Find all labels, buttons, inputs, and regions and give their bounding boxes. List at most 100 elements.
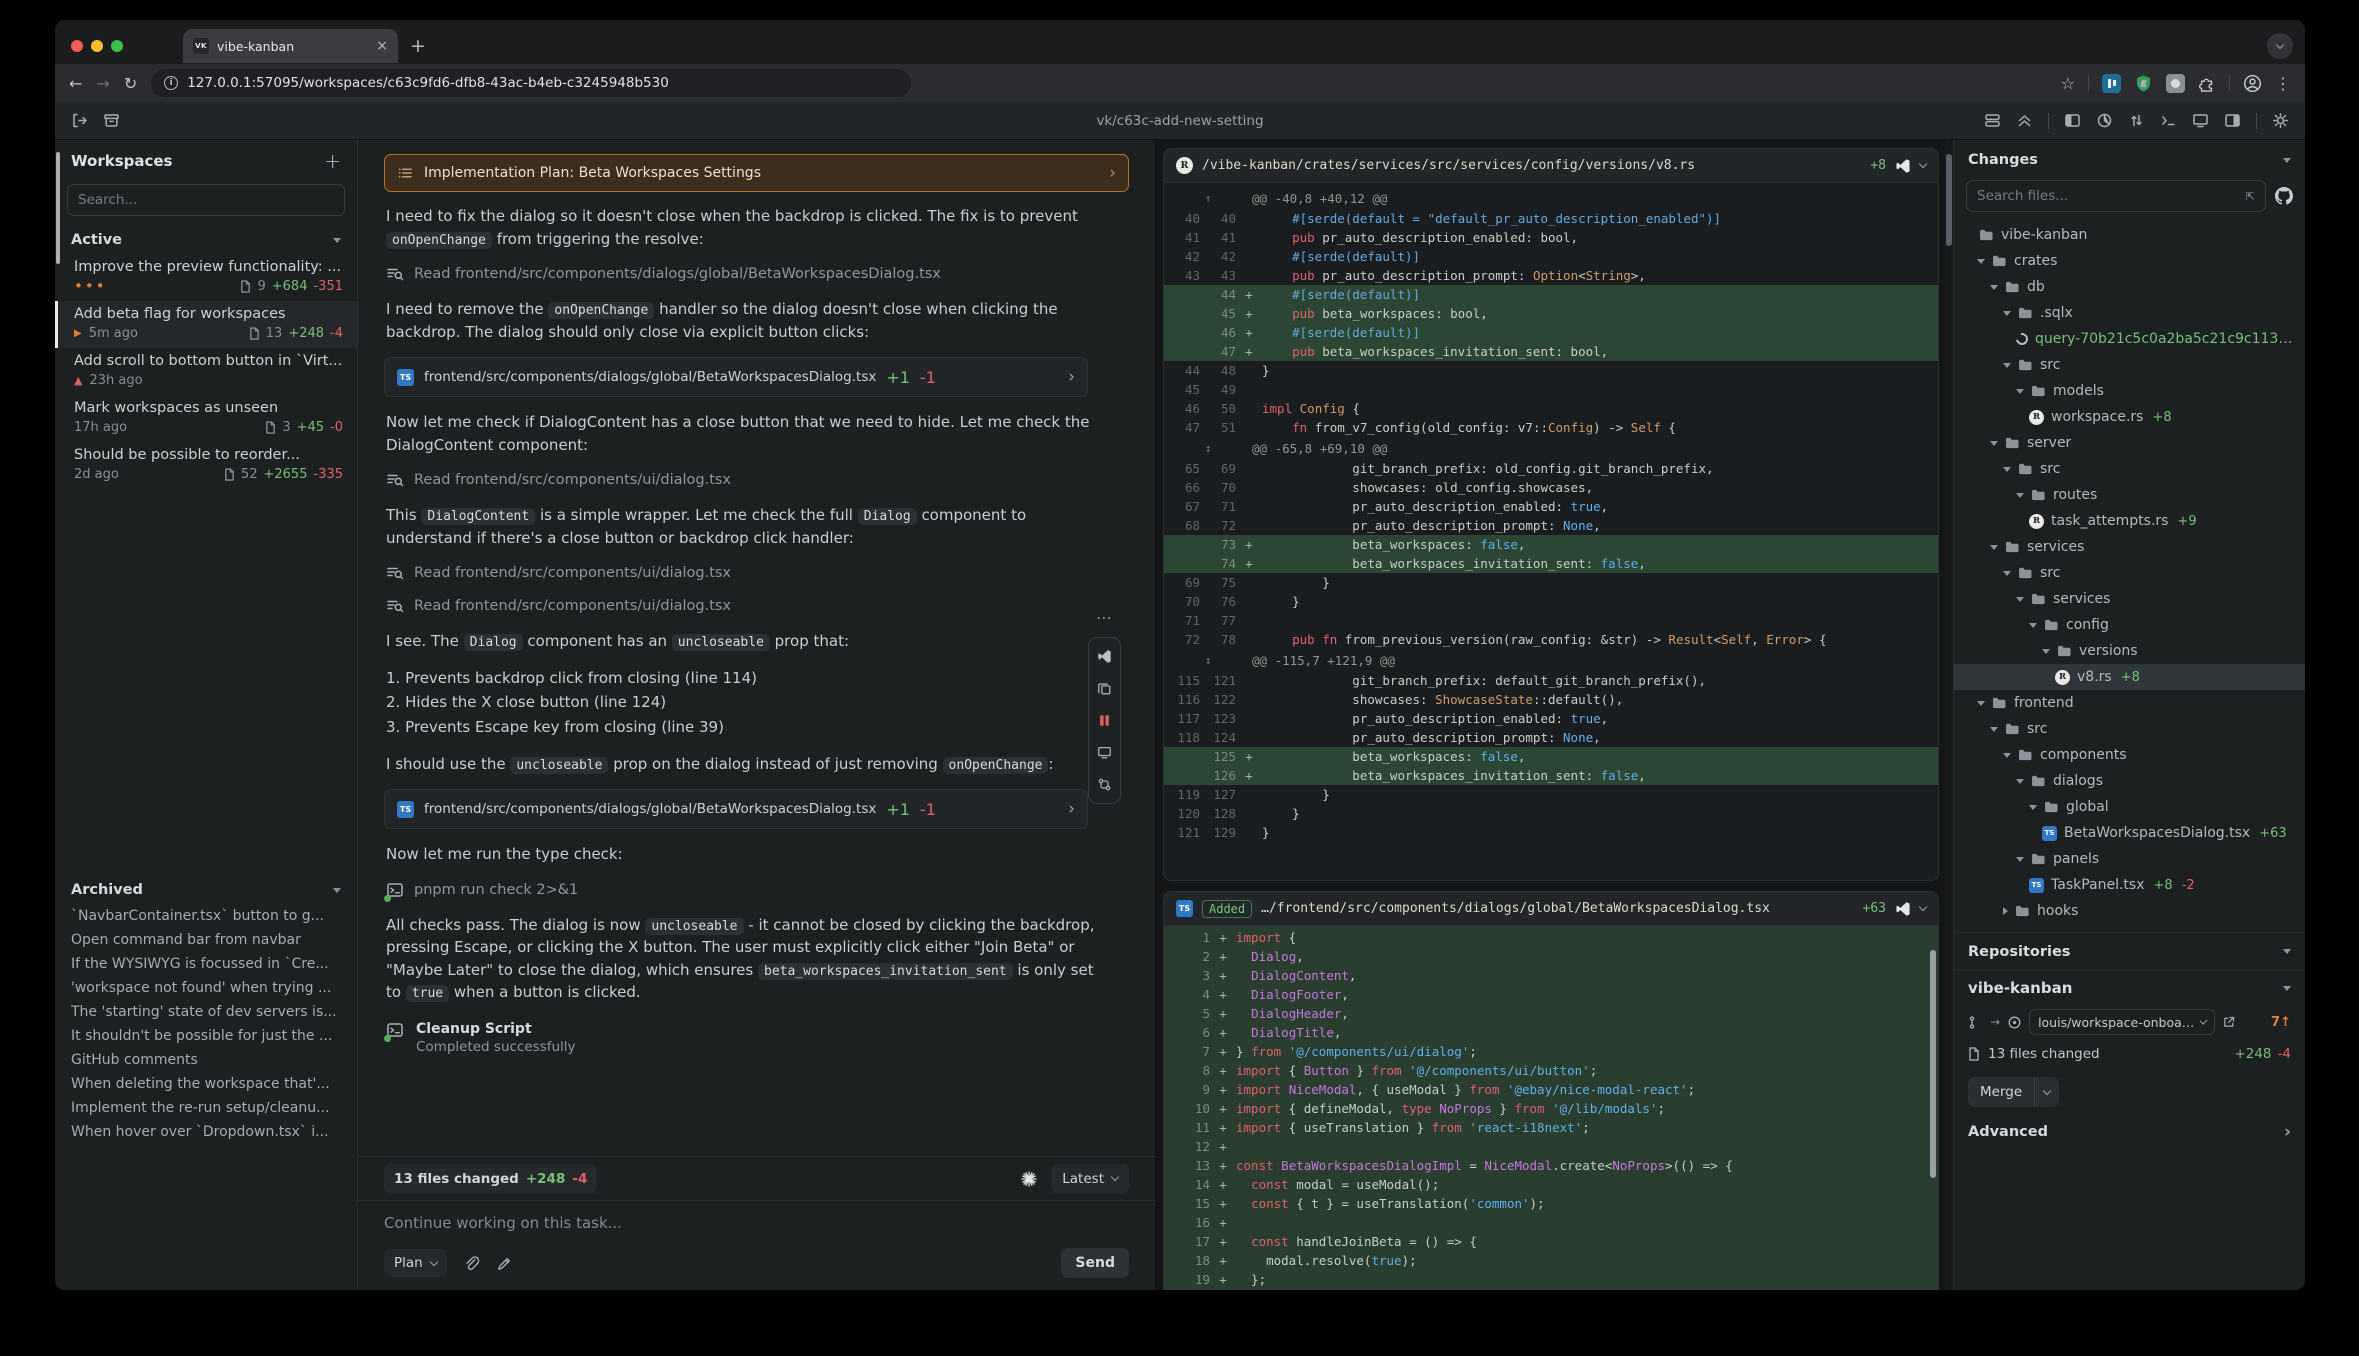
advanced-section-toggle[interactable]: Advanced › <box>1954 1111 2305 1153</box>
theme-pie-icon[interactable] <box>2096 112 2113 129</box>
camera-extension-icon[interactable] <box>2166 73 2185 93</box>
base-branch-select[interactable]: louis/workspace-onboarding <box>2029 1009 2216 1035</box>
expand-hunk-icon[interactable]: ↕ <box>1164 439 1252 458</box>
implementation-plan-banner[interactable]: Implementation Plan: Beta Workspaces Set… <box>384 154 1129 192</box>
edited-file-card[interactable]: TS frontend/src/components/dialogs/global… <box>384 789 1088 830</box>
archived-workspace-item[interactable]: The 'starting' state of dev servers is..… <box>55 1000 357 1024</box>
git-compare-icon[interactable] <box>1097 777 1112 792</box>
preview-monitor-icon[interactable] <box>2192 112 2209 129</box>
add-workspace-button[interactable]: + <box>324 149 341 173</box>
tree-chevron-icon[interactable] <box>1990 726 1998 732</box>
forward-icon[interactable]: → <box>96 74 109 93</box>
rows-layout-icon[interactable] <box>1984 112 2001 129</box>
tree-chevron-icon[interactable] <box>2003 570 2011 576</box>
archived-workspace-item[interactable]: If the WYSIWYG is focussed in `Cre... <box>55 952 357 976</box>
tool-call-row[interactable]: pnpm run check 2>&1 <box>384 881 1127 902</box>
panel-right-icon[interactable] <box>2224 112 2241 129</box>
tree-folder-row[interactable]: vibe-kanban <box>1954 222 2305 248</box>
tree-folder-row[interactable]: global <box>1954 794 2305 820</box>
repositories-header[interactable]: Repositories <box>1954 933 2305 971</box>
expand-hunk-icon[interactable]: ↑ <box>1164 189 1252 208</box>
archived-workspace-item[interactable]: When deleting the workspace that'... <box>55 1072 357 1096</box>
new-tab-button[interactable]: + <box>410 35 426 57</box>
tree-chevron-icon[interactable] <box>2003 752 2011 758</box>
tree-folder-row[interactable]: config <box>1954 612 2305 638</box>
tree-chevron-icon[interactable] <box>2042 648 2050 654</box>
vertical-scrollbar[interactable] <box>1945 140 1953 1290</box>
tree-folder-row[interactable]: .sqlx <box>1954 300 2305 326</box>
close-window-button[interactable] <box>71 40 83 52</box>
tree-folder-row[interactable]: dialogs <box>1954 768 2305 794</box>
tree-folder-row[interactable]: src <box>1954 716 2305 742</box>
tree-chevron-icon[interactable] <box>2003 362 2011 368</box>
tab-close-icon[interactable]: × <box>376 39 388 53</box>
tree-folder-row[interactable]: hooks <box>1954 898 2305 924</box>
expand-hunk-icon[interactable]: ↕ <box>1164 651 1252 670</box>
workspace-search-input[interactable]: Search... <box>67 184 345 216</box>
tree-folder-row[interactable]: src <box>1954 560 2305 586</box>
tool-call-row[interactable]: Read frontend/src/components/ui/dialog.t… <box>386 564 1127 582</box>
spark-icon[interactable] <box>1021 1170 1037 1187</box>
panel-left-icon[interactable] <box>2064 112 2081 129</box>
tree-chevron-icon[interactable] <box>2029 804 2037 810</box>
merge-split-button[interactable]: Merge <box>1968 1077 2060 1107</box>
collapse-tree-icon[interactable]: ⇱ <box>2246 190 2255 203</box>
tree-chevron-icon[interactable] <box>2029 622 2037 628</box>
tab-search-button[interactable] <box>2267 33 2293 59</box>
bookmark-star-icon[interactable]: ☆ <box>2061 74 2075 93</box>
changes-header[interactable]: Changes <box>1954 140 2305 180</box>
tree-chevron-icon[interactable] <box>2016 596 2024 602</box>
tree-folder-row[interactable]: services <box>1954 586 2305 612</box>
merge-button-label[interactable]: Merge <box>1968 1077 2034 1107</box>
archived-section-header[interactable]: Archived <box>55 876 357 904</box>
tree-chevron-icon[interactable] <box>1977 700 1985 706</box>
tree-chevron-icon[interactable] <box>1990 544 1998 550</box>
files-changed-chip[interactable]: 13 files changed +248 -4 <box>384 1163 598 1194</box>
tree-chevron-icon[interactable] <box>2003 310 2011 316</box>
mode-select-button[interactable]: Plan <box>384 1249 447 1277</box>
tool-call-row[interactable]: Read frontend/src/components/ui/dialog.t… <box>386 471 1127 489</box>
shield-extension-icon[interactable]: £ <box>2134 74 2153 93</box>
tree-file-row[interactable]: Rworkspace.rs +8 <box>1954 404 2305 430</box>
collapse-diff-chevron[interactable] <box>1918 159 1928 169</box>
tree-file-row[interactable]: TS TaskPanel.tsx +8 -2 <box>1954 872 2305 898</box>
active-section-header[interactable]: Active <box>55 226 357 254</box>
tree-file-row[interactable]: TS BetaWorkspacesDialog.tsx +63 <box>1954 820 2305 846</box>
browser-menu-icon[interactable]: ⋮ <box>2275 74 2291 93</box>
file-search-input[interactable]: Search files... ⇱ <box>1966 180 2266 212</box>
maximize-window-button[interactable] <box>111 40 123 52</box>
open-in-vscode-icon[interactable] <box>1097 649 1112 664</box>
hunk-header[interactable]: ↕ @@ -65,8 +69,10 @@ <box>1164 437 1938 459</box>
browser-tab[interactable]: VK vibe-kanban × <box>183 29 398 63</box>
github-icon[interactable] <box>2275 187 2293 205</box>
archived-workspace-item[interactable]: `NavbarContainer.tsx` button to g... <box>55 904 357 928</box>
archived-workspace-item[interactable]: 'workspace not found' when trying ... <box>55 976 357 1000</box>
workspace-item[interactable]: Improve the preview functionality: ... ••… <box>55 254 357 301</box>
diff-scrollbar-thumb[interactable] <box>1930 950 1936 1178</box>
archived-workspace-item[interactable]: Implement the re-run setup/cleanu... <box>55 1096 357 1120</box>
archived-workspace-item[interactable]: When hover over `Dropdown.tsx` i... <box>55 1120 357 1144</box>
scrollbar-thumb[interactable] <box>1946 154 1952 246</box>
tree-folder-row[interactable]: src <box>1954 352 2305 378</box>
workspace-item[interactable]: Should be possible to reorder... 2d ago 52… <box>55 442 357 489</box>
collapse-sidebar-icon[interactable] <box>71 112 88 129</box>
back-icon[interactable]: ← <box>69 74 82 93</box>
collapse-diff-chevron[interactable] <box>1918 902 1928 912</box>
profile-avatar-icon[interactable] <box>2243 74 2262 93</box>
merge-options-chevron[interactable] <box>2035 1077 2059 1107</box>
tree-chevron-icon[interactable] <box>1990 440 1998 446</box>
tree-folder-row[interactable]: versions <box>1954 638 2305 664</box>
settings-gear-icon[interactable] <box>2272 112 2289 129</box>
reload-icon[interactable]: ↻ <box>124 74 137 93</box>
tree-folder-row[interactable]: components <box>1954 742 2305 768</box>
address-bar[interactable]: i 127.0.0.1:57095/workspaces/c63c9fd6-df… <box>151 69 912 97</box>
tree-file-row[interactable]: Rv8.rs +8 <box>1954 664 2305 690</box>
tree-folder-row[interactable]: models <box>1954 378 2305 404</box>
tree-chevron-icon[interactable] <box>2016 856 2024 862</box>
open-in-vscode-icon[interactable] <box>1895 158 1911 174</box>
tree-file-row[interactable]: Rtask_attempts.rs +9 <box>1954 508 2305 534</box>
tree-folder-row[interactable]: src <box>1954 456 2305 482</box>
diff-file-header[interactable]: R/vibe-kanban/crates/services/src/servic… <box>1164 149 1938 183</box>
collapse-all-icon[interactable] <box>2016 112 2033 129</box>
archive-icon[interactable] <box>103 112 120 129</box>
